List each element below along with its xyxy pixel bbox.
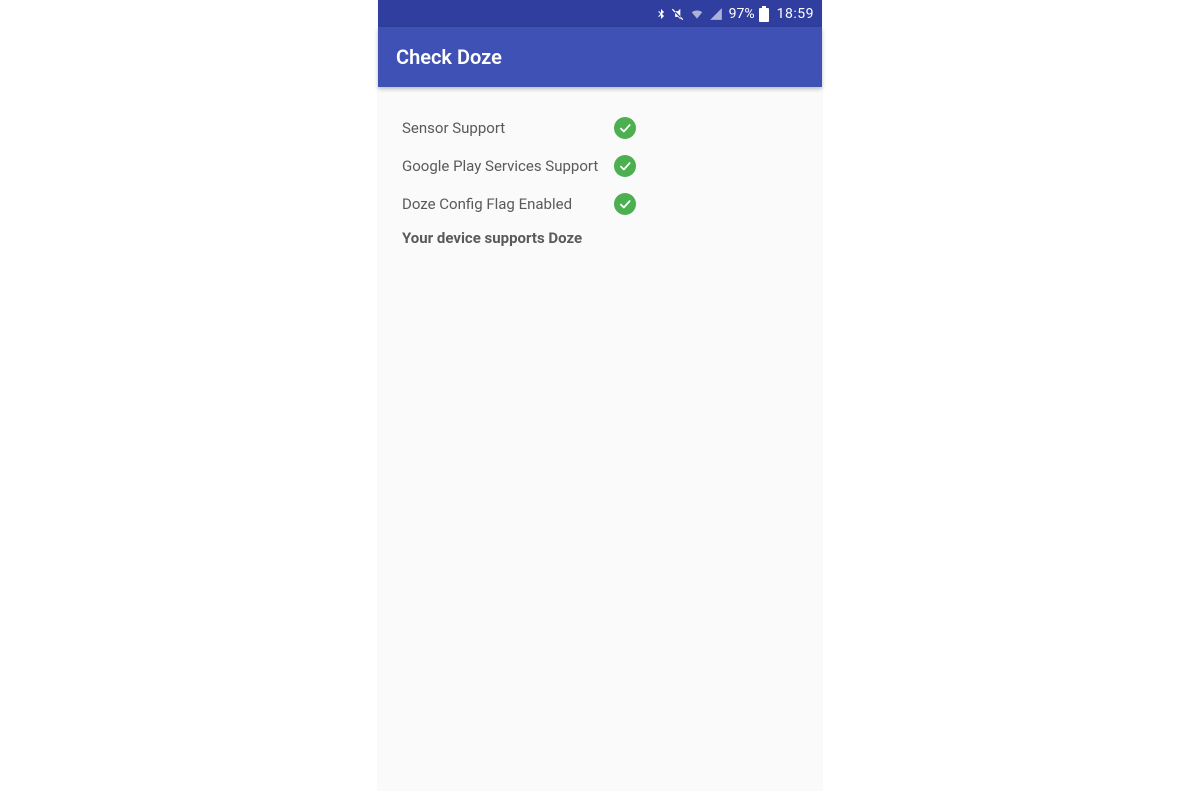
page: 97% 18:59 Check Doze Sensor Support Goog…	[0, 0, 1200, 791]
summary-text: Your device supports Doze	[402, 229, 798, 247]
content-area: Sensor Support Google Play Services Supp…	[378, 87, 822, 269]
check-row: Doze Config Flag Enabled	[402, 185, 798, 223]
wifi-icon	[689, 7, 705, 21]
bluetooth-icon	[655, 7, 667, 21]
app-title: Check Doze	[396, 45, 502, 69]
check-row: Sensor Support	[402, 109, 798, 147]
check-label: Google Play Services Support	[402, 157, 602, 175]
battery-percent: 97%	[729, 6, 755, 22]
check-row: Google Play Services Support	[402, 147, 798, 185]
signal-icon	[709, 7, 723, 21]
phone-frame: 97% 18:59 Check Doze Sensor Support Goog…	[378, 0, 822, 791]
app-bar: Check Doze	[378, 27, 822, 87]
battery-icon	[759, 6, 769, 22]
check-label: Doze Config Flag Enabled	[402, 195, 602, 213]
clock: 18:59	[777, 6, 814, 22]
status-bar: 97% 18:59	[378, 0, 822, 27]
check-icon	[614, 193, 636, 215]
check-icon	[614, 155, 636, 177]
check-label: Sensor Support	[402, 119, 602, 137]
mute-icon	[671, 7, 685, 21]
check-icon	[614, 117, 636, 139]
